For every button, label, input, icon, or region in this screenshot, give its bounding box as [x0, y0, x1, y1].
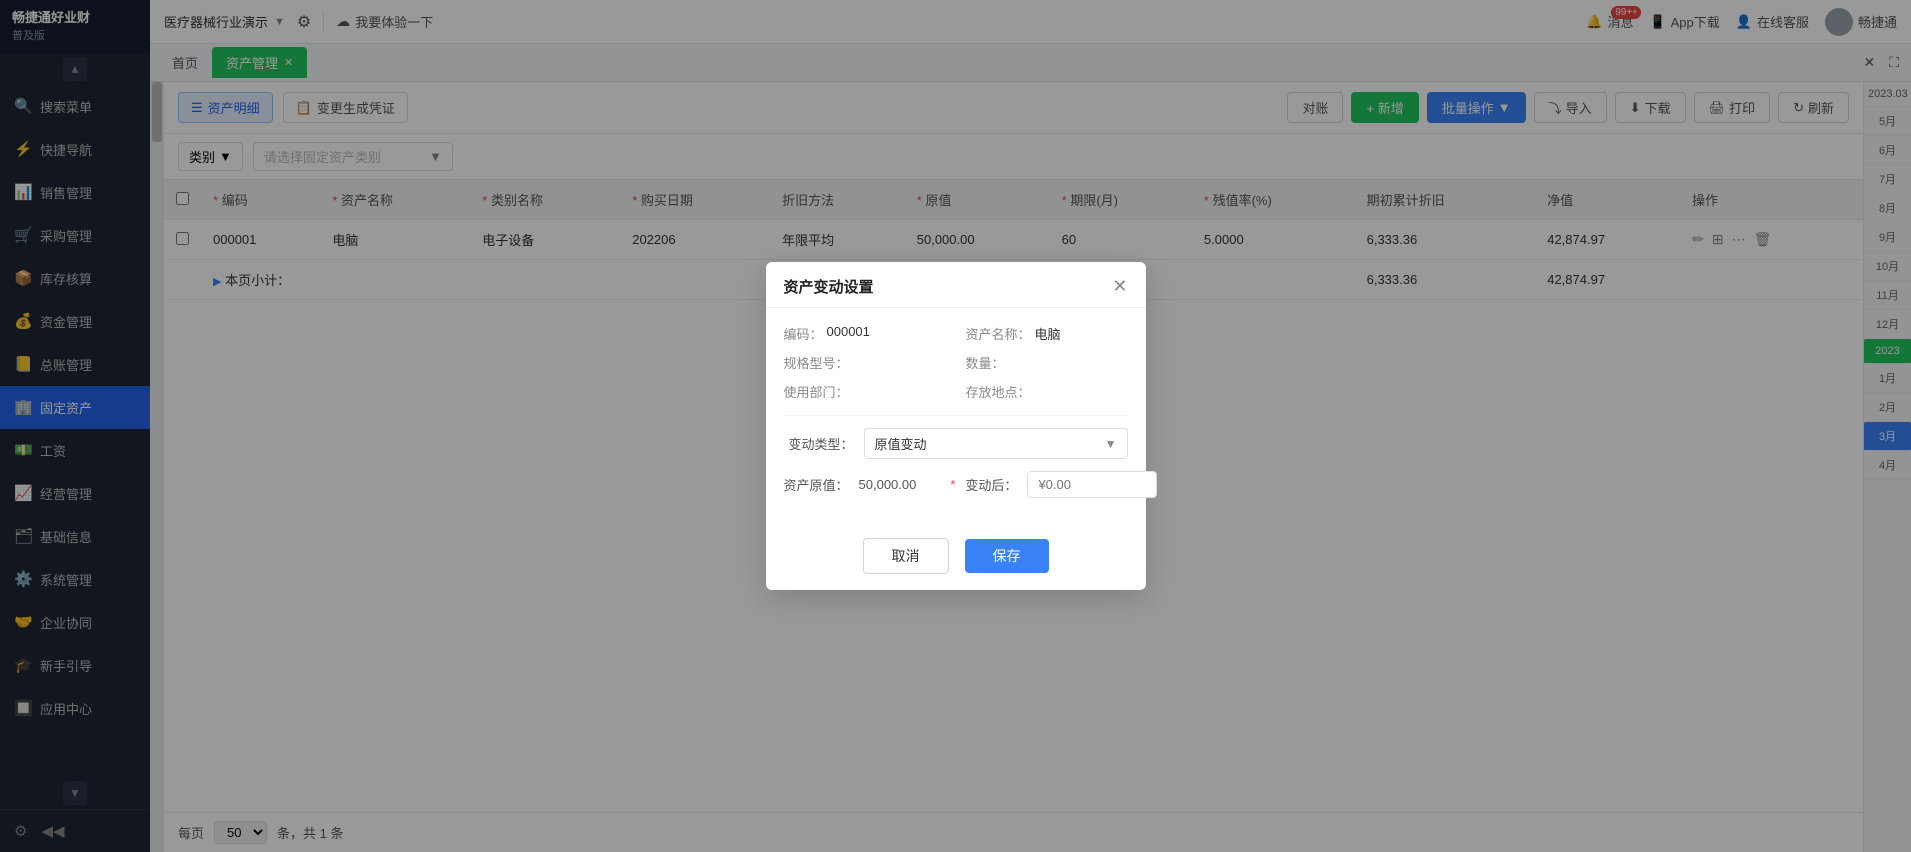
- save-button[interactable]: 保存: [965, 539, 1049, 573]
- modal-location-field: 存放地点：: [966, 382, 1128, 401]
- after-change-label: 变动后：: [965, 475, 1017, 494]
- quantity-label: 数量：: [966, 353, 1005, 372]
- chevron-down-icon: ▼: [1105, 437, 1117, 451]
- modal-name-field: 资产名称： 电脑: [966, 324, 1128, 343]
- modal-title: 资产变动设置: [784, 276, 874, 297]
- location-label: 存放地点：: [966, 382, 1031, 401]
- department-label: 使用部门：: [784, 382, 849, 401]
- modal-info-grid: 编码： 000001 资产名称： 电脑 规格型号： 数量： 使用部门：: [784, 324, 1128, 401]
- modal-code-field: 编码： 000001: [784, 324, 946, 343]
- name-label: 资产名称：: [966, 324, 1031, 343]
- asset-change-modal: 资产变动设置 ✕ 编码： 000001 资产名称： 电脑 规格型号： 数量：: [766, 262, 1146, 590]
- original-value-display: 50,000.00: [859, 477, 917, 492]
- change-type-label: 变动类型：: [784, 434, 854, 453]
- modal-footer: 取消 保存: [766, 526, 1146, 590]
- required-indicator: *: [950, 477, 955, 492]
- change-type-value: 原值变动: [875, 434, 1105, 453]
- code-label: 编码：: [784, 324, 823, 343]
- modal-overlay[interactable]: 资产变动设置 ✕ 编码： 000001 资产名称： 电脑 规格型号： 数量：: [0, 0, 1911, 852]
- after-change-input[interactable]: [1027, 471, 1157, 498]
- modal-body: 编码： 000001 资产名称： 电脑 规格型号： 数量： 使用部门：: [766, 308, 1146, 526]
- cancel-button[interactable]: 取消: [863, 538, 949, 574]
- original-value-row: 资产原值： 50,000.00 * 变动后：: [784, 471, 1128, 498]
- change-type-row: 变动类型： 原值变动 ▼: [784, 428, 1128, 459]
- name-value: 电脑: [1035, 324, 1061, 343]
- modal-department-field: 使用部门：: [784, 382, 946, 401]
- modal-header: 资产变动设置 ✕: [766, 262, 1146, 308]
- modal-close-button[interactable]: ✕: [1112, 276, 1127, 297]
- spec-label: 规格型号：: [784, 353, 849, 372]
- modal-divider: [784, 415, 1128, 416]
- original-value-label: 资产原值：: [784, 475, 849, 494]
- modal-spec-field: 规格型号：: [784, 353, 946, 372]
- change-type-select[interactable]: 原值变动 ▼: [864, 428, 1128, 459]
- modal-quantity-field: 数量：: [966, 353, 1128, 372]
- code-value: 000001: [827, 324, 870, 343]
